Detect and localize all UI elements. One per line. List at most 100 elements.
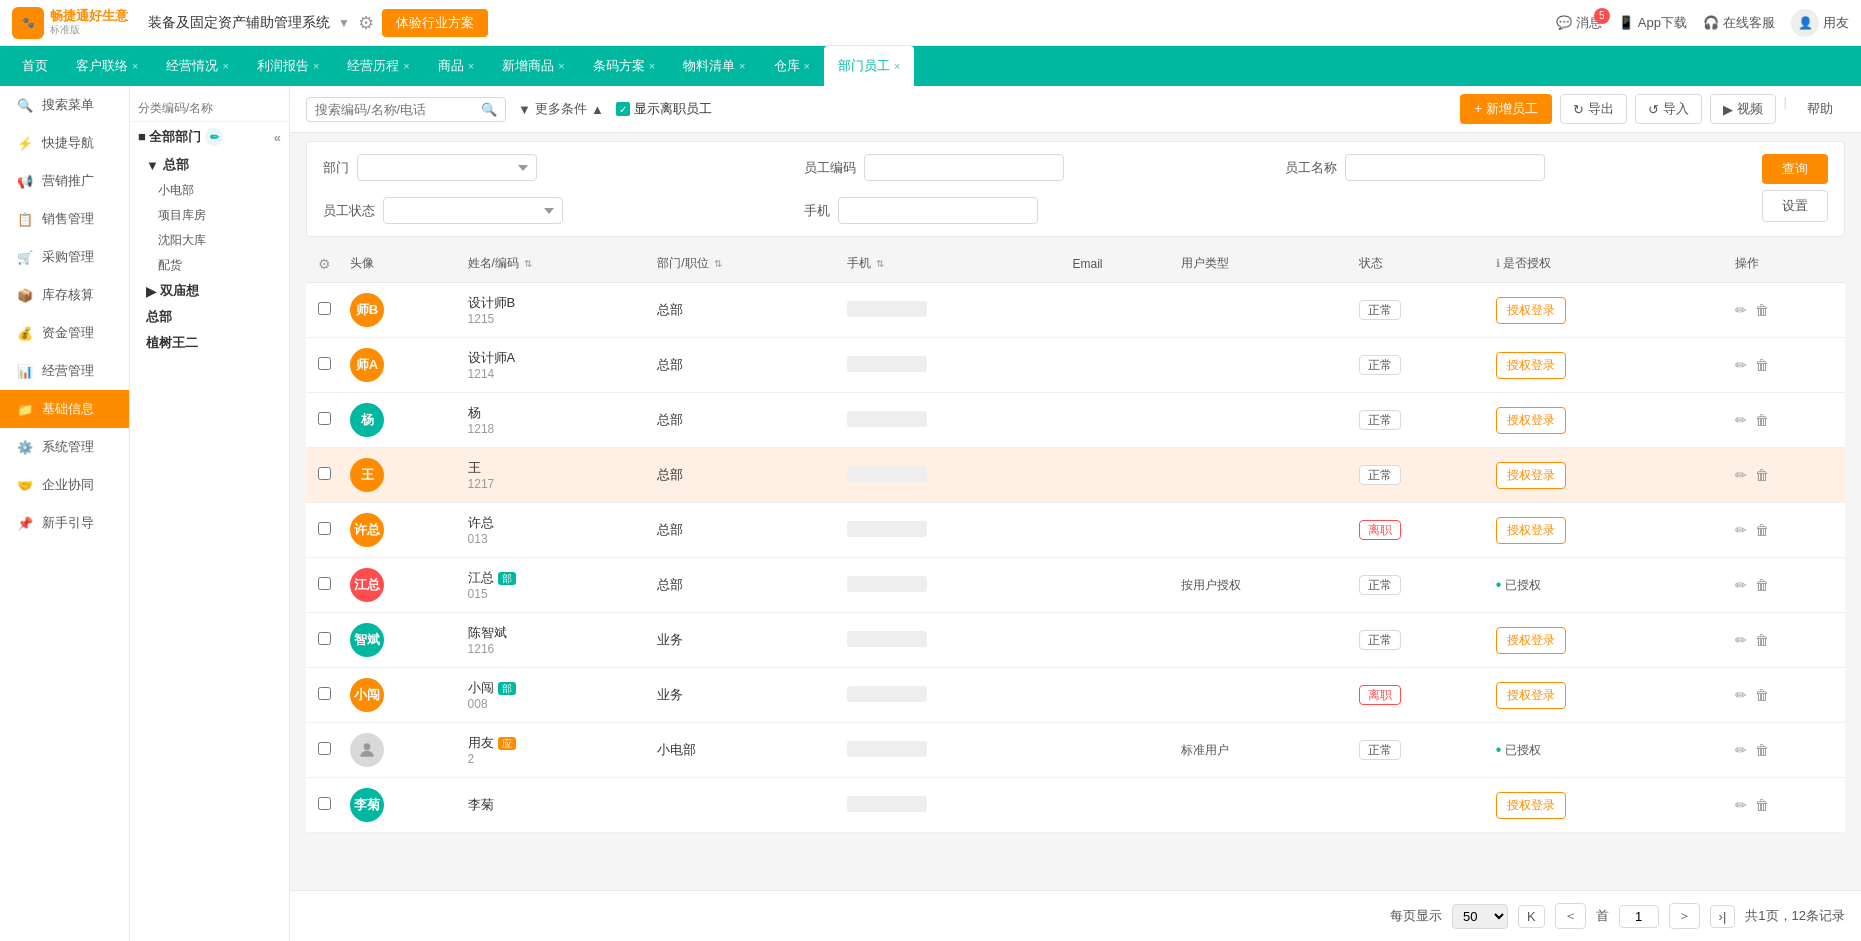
delete-btn-2[interactable]: 🗑: [1755, 412, 1769, 428]
dept-group-zhishu[interactable]: 植树王二: [138, 330, 289, 356]
add-employee-btn[interactable]: + 新增员工: [1460, 94, 1551, 124]
edit-btn-3[interactable]: ✏: [1735, 467, 1747, 483]
nav-tab-首页[interactable]: 首页: [8, 46, 62, 86]
export-btn[interactable]: ↻ 导出: [1560, 94, 1627, 124]
status-filter-select[interactable]: [383, 197, 563, 224]
nav-tab-条码方案[interactable]: 条码方案 ×: [579, 46, 669, 86]
delete-btn-1[interactable]: 🗑: [1755, 357, 1769, 373]
dept-node-xiangmukufang[interactable]: 项目库房: [138, 203, 289, 228]
edit-btn-9[interactable]: ✏: [1735, 797, 1747, 813]
next-page-btn[interactable]: ＞: [1669, 903, 1700, 929]
per-page-select[interactable]: 50 100: [1452, 904, 1508, 929]
nav-tab-部门员工[interactable]: 部门员工 ×: [824, 46, 914, 86]
row-checkbox-3[interactable]: [318, 467, 331, 480]
nav-tab-商品[interactable]: 商品 ×: [424, 46, 488, 86]
edit-btn-5[interactable]: ✏: [1735, 577, 1747, 593]
col-phone[interactable]: 手机 ⇅: [839, 245, 1065, 283]
row-checkbox-8[interactable]: [318, 742, 331, 755]
nav-tab-经营历程[interactable]: 经营历程 ×: [333, 46, 423, 86]
sidebar-item-system[interactable]: ⚙️系统管理: [0, 428, 129, 466]
messages-btn[interactable]: 💬 5 消息: [1556, 14, 1602, 32]
user-menu[interactable]: 👤 用友: [1791, 9, 1849, 37]
edit-btn-7[interactable]: ✏: [1735, 687, 1747, 703]
dept-node-peihuo[interactable]: 配货: [138, 253, 289, 278]
sidebar-item-purchase[interactable]: 🛒采购管理: [0, 238, 129, 276]
emp-name-input[interactable]: [1345, 154, 1545, 181]
sidebar-item-collab[interactable]: 🤝企业协同: [0, 466, 129, 504]
nav-tab-仓库[interactable]: 仓库 ×: [760, 46, 824, 86]
col-dept[interactable]: 部门/职位 ⇅: [649, 245, 839, 283]
auth-btn-7[interactable]: 授权登录: [1496, 682, 1566, 709]
more-conditions-btn[interactable]: ▼ 更多条件 ▲: [518, 100, 604, 118]
dept-group-zongbu2[interactable]: 总部: [138, 304, 289, 330]
first-page-btn[interactable]: K: [1518, 905, 1545, 928]
auth-btn-9[interactable]: 授权登录: [1496, 792, 1566, 819]
auth-btn-0[interactable]: 授权登录: [1496, 297, 1566, 324]
auth-btn-6[interactable]: 授权登录: [1496, 627, 1566, 654]
nav-tab-物料清单[interactable]: 物料清单 ×: [669, 46, 759, 86]
sidebar-item-operation[interactable]: 📊经营管理: [0, 352, 129, 390]
nav-tab-经营情况[interactable]: 经营情况 ×: [152, 46, 242, 86]
setting-btn[interactable]: 设置: [1762, 190, 1828, 222]
collapse-dept-btn[interactable]: «: [274, 130, 281, 145]
delete-btn-6[interactable]: 🗑: [1755, 632, 1769, 648]
experience-btn[interactable]: 体验行业方案: [382, 9, 488, 37]
last-page-btn[interactable]: ›|: [1710, 905, 1736, 928]
col-name[interactable]: 姓名/编码 ⇅: [460, 245, 650, 283]
dept-group-shuangmiao[interactable]: ▶ 双庙想: [138, 278, 289, 304]
row-checkbox-1[interactable]: [318, 357, 331, 370]
show-inactive-checkbox[interactable]: ✓: [616, 102, 630, 116]
sidebar-item-inventory[interactable]: 📦库存核算: [0, 276, 129, 314]
col-gear[interactable]: ⚙: [306, 245, 342, 283]
auth-btn-2[interactable]: 授权登录: [1496, 407, 1566, 434]
dept-search-input[interactable]: [138, 101, 288, 115]
online-service-btn[interactable]: 🎧 在线客服: [1703, 14, 1775, 32]
delete-btn-9[interactable]: 🗑: [1755, 797, 1769, 813]
page-number-input[interactable]: [1619, 905, 1659, 928]
sidebar-item-sales[interactable]: 📋销售管理: [0, 200, 129, 238]
dept-node-xiaodibu[interactable]: 小电部: [138, 178, 289, 203]
row-checkbox-9[interactable]: [318, 797, 331, 810]
search-icon[interactable]: 🔍: [481, 102, 497, 117]
auth-btn-1[interactable]: 授权登录: [1496, 352, 1566, 379]
view-btn[interactable]: ▶ 视频: [1710, 94, 1776, 124]
edit-btn-2[interactable]: ✏: [1735, 412, 1747, 428]
delete-btn-3[interactable]: 🗑: [1755, 467, 1769, 483]
app-download-btn[interactable]: 📱 App下载: [1618, 14, 1687, 32]
delete-btn-7[interactable]: 🗑: [1755, 687, 1769, 703]
show-inactive-toggle[interactable]: ✓ 显示离职员工: [616, 100, 712, 118]
row-checkbox-5[interactable]: [318, 577, 331, 590]
prev-page-btn[interactable]: ＜: [1555, 903, 1586, 929]
delete-btn-0[interactable]: 🗑: [1755, 302, 1769, 318]
help-btn[interactable]: 帮助: [1795, 94, 1845, 124]
delete-btn-5[interactable]: 🗑: [1755, 577, 1769, 593]
delete-btn-4[interactable]: 🗑: [1755, 522, 1769, 538]
query-btn[interactable]: 查询: [1762, 154, 1828, 184]
phone-input[interactable]: [838, 197, 1038, 224]
import-btn[interactable]: ↺ 导入: [1635, 94, 1702, 124]
search-input[interactable]: [315, 102, 475, 117]
edit-btn-4[interactable]: ✏: [1735, 522, 1747, 538]
sidebar-item-marketing[interactable]: 📢营销推广: [0, 162, 129, 200]
row-checkbox-0[interactable]: [318, 302, 331, 315]
sidebar-item-basic[interactable]: 📁基础信息: [0, 390, 129, 428]
settings-icon[interactable]: ⚙: [358, 12, 374, 34]
delete-btn-8[interactable]: 🗑: [1755, 742, 1769, 758]
nav-tab-客户联络[interactable]: 客户联络 ×: [62, 46, 152, 86]
auth-btn-4[interactable]: 授权登录: [1496, 517, 1566, 544]
edit-btn-8[interactable]: ✏: [1735, 742, 1747, 758]
dept-node-shenyangdaku[interactable]: 沈阳大库: [138, 228, 289, 253]
sidebar-item-finance[interactable]: 💰资金管理: [0, 314, 129, 352]
sidebar-item-shortcut[interactable]: ⚡快捷导航: [0, 124, 129, 162]
nav-tab-新增商品[interactable]: 新增商品 ×: [488, 46, 578, 86]
dept-filter-select[interactable]: [357, 154, 537, 181]
row-checkbox-4[interactable]: [318, 522, 331, 535]
dept-group-zongbu[interactable]: ▼ 总部: [138, 152, 289, 178]
row-checkbox-6[interactable]: [318, 632, 331, 645]
row-checkbox-2[interactable]: [318, 412, 331, 425]
edit-btn-1[interactable]: ✏: [1735, 357, 1747, 373]
auth-btn-3[interactable]: 授权登录: [1496, 462, 1566, 489]
row-checkbox-7[interactable]: [318, 687, 331, 700]
edit-dept-icon[interactable]: ✏: [205, 128, 223, 146]
emp-code-input[interactable]: [864, 154, 1064, 181]
